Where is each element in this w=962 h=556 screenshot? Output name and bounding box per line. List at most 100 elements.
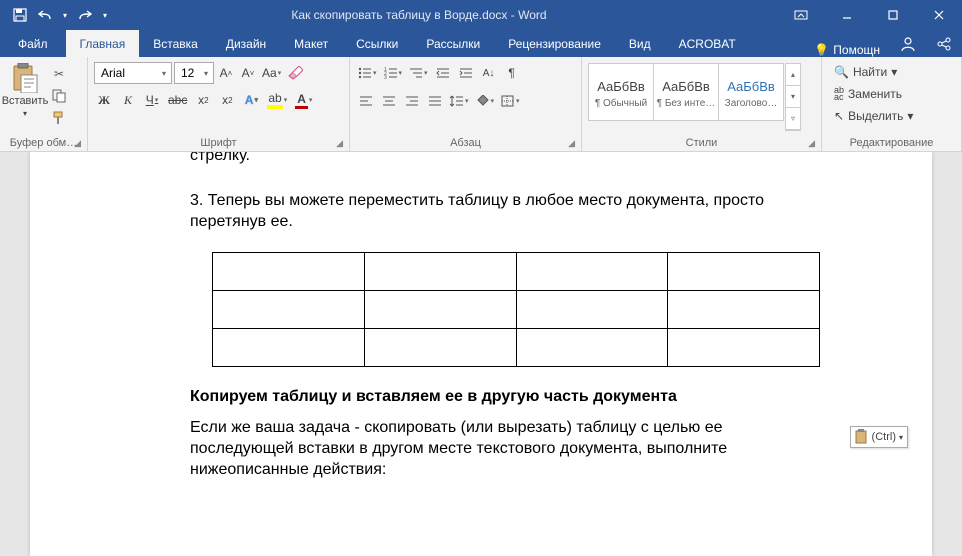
chevron-down-icon: ▾ xyxy=(891,65,897,79)
maximize-button[interactable] xyxy=(870,0,916,30)
group-clipboard: Вставить ▾ ✂ Буфер обм…◢ xyxy=(0,57,88,151)
paste-button[interactable]: Вставить ▾ xyxy=(4,59,46,135)
tab-view[interactable]: Вид xyxy=(615,30,665,57)
style-normal[interactable]: АаБбВв ¶ Обычный xyxy=(588,63,654,121)
chevron-down-icon: ▾ xyxy=(899,433,903,442)
heading[interactable]: Копируем таблицу и вставляем ее в другую… xyxy=(190,387,772,408)
group-styles: АаБбВв ¶ Обычный АаБбВв ¶ Без инте… АаБб… xyxy=(582,57,822,151)
document-table[interactable] xyxy=(212,252,820,367)
font-name-combo[interactable]: Arial▾ xyxy=(94,62,172,84)
font-size-combo[interactable]: 12▾ xyxy=(174,62,214,84)
sort-button[interactable]: A↓ xyxy=(479,62,499,84)
highlight-button[interactable]: ab▾ xyxy=(265,89,289,111)
text-effects-button[interactable]: A▾ xyxy=(241,89,261,111)
svg-text:3: 3 xyxy=(384,75,387,79)
window-controls xyxy=(718,0,962,30)
account-button[interactable] xyxy=(890,30,926,57)
tab-references[interactable]: Ссылки xyxy=(342,30,412,57)
group-label: Шрифт◢ xyxy=(92,135,345,151)
tab-mailings[interactable]: Рассылки xyxy=(412,30,494,57)
account-area[interactable] xyxy=(718,0,778,30)
cursor-icon: ↖ xyxy=(834,109,844,123)
clear-formatting-button[interactable] xyxy=(285,62,305,84)
underline-button[interactable]: Ч▾ xyxy=(142,89,162,111)
tab-file[interactable]: Файл xyxy=(0,30,66,57)
ribbon-options-button[interactable] xyxy=(778,0,824,30)
shrink-font-button[interactable]: A˅ xyxy=(238,62,258,84)
save-button[interactable] xyxy=(8,3,32,27)
style-no-spacing[interactable]: АаБбВв ¶ Без инте… xyxy=(653,63,719,121)
undo-button[interactable] xyxy=(34,3,58,27)
replace-icon: abac xyxy=(834,87,844,101)
dialog-launcher[interactable]: ◢ xyxy=(568,138,575,149)
paragraph[interactable]: стрелку. xyxy=(190,152,772,167)
align-right-button[interactable] xyxy=(402,90,422,112)
tab-review[interactable]: Рецензирование xyxy=(494,30,615,57)
tab-home[interactable]: Главная xyxy=(66,30,140,57)
share-button[interactable] xyxy=(926,30,962,57)
align-left-button[interactable] xyxy=(356,90,376,112)
grow-font-button[interactable]: A˄ xyxy=(216,62,236,84)
dialog-launcher[interactable]: ◢ xyxy=(74,138,81,149)
style-gallery: АаБбВв ¶ Обычный АаБбВв ¶ Без инте… АаБб… xyxy=(586,59,803,135)
select-button[interactable]: ↖ Выделить ▾ xyxy=(830,106,917,126)
style-heading1[interactable]: АаБбВв Заголово… xyxy=(718,63,784,121)
close-button[interactable] xyxy=(916,0,962,30)
shading-button[interactable]: ▾ xyxy=(474,90,497,112)
bold-button[interactable]: Ж xyxy=(94,89,114,111)
format-painter-button[interactable] xyxy=(50,109,68,127)
decrease-indent-button[interactable] xyxy=(433,62,453,84)
dialog-launcher[interactable]: ◢ xyxy=(808,138,815,149)
tab-insert[interactable]: Вставка xyxy=(139,30,212,57)
style-gallery-more[interactable]: ▴▾▿ xyxy=(785,63,801,131)
copy-button[interactable] xyxy=(50,87,68,105)
undo-dropdown[interactable]: ▾ xyxy=(60,3,70,27)
chevron-down-icon: ▾ xyxy=(907,109,913,123)
change-case-button[interactable]: Aa▾ xyxy=(260,62,283,84)
bullets-button[interactable]: ▾ xyxy=(356,62,379,84)
font-color-button[interactable]: A▾ xyxy=(293,89,314,111)
multilevel-list-button[interactable]: ▾ xyxy=(407,62,430,84)
window-title: Как скопировать таблицу в Ворде.docx - W… xyxy=(120,8,718,22)
paragraph[interactable]: 3. Теперь вы можете переместить таблицу … xyxy=(190,191,772,233)
minimize-button[interactable] xyxy=(824,0,870,30)
group-font: Arial▾ 12▾ A˄ A˅ Aa▾ Ж К Ч▾ abc x2 x2 A▾… xyxy=(88,57,350,151)
tab-acrobat[interactable]: ACROBAT xyxy=(665,30,750,57)
replace-button[interactable]: abac Заменить xyxy=(830,84,917,104)
group-label: Редактирование xyxy=(826,135,957,151)
paragraph[interactable]: Если же ваша задача - скопировать (или в… xyxy=(190,418,772,480)
tab-design[interactable]: Дизайн xyxy=(212,30,280,57)
group-paragraph: ▾ 123▾ ▾ A↓ ¶ ▾ ▾ ▾ Абзац◢ xyxy=(350,57,582,151)
search-icon: 🔍 xyxy=(834,65,849,79)
group-label: Буфер обм…◢ xyxy=(4,135,83,151)
align-center-button[interactable] xyxy=(379,90,399,112)
increase-indent-button[interactable] xyxy=(456,62,476,84)
find-button[interactable]: 🔍 Найти ▾ xyxy=(830,62,917,82)
qat-customize[interactable]: ▾ xyxy=(98,3,112,27)
chevron-down-icon: ▾ xyxy=(23,109,27,118)
paste-options-popup[interactable]: (Ctrl) ▾ xyxy=(850,426,908,448)
superscript-button[interactable]: x2 xyxy=(217,89,237,111)
page: стрелку. 3. Теперь вы можете переместить… xyxy=(30,152,932,556)
ribbon-tabs: Файл Главная Вставка Дизайн Макет Ссылки… xyxy=(0,30,962,57)
cut-button[interactable]: ✂ xyxy=(50,65,68,83)
quick-access-toolbar: ▾ ▾ xyxy=(0,3,120,27)
line-spacing-button[interactable]: ▾ xyxy=(448,90,471,112)
group-label: Стили◢ xyxy=(586,135,817,151)
tell-me[interactable]: 💡 Помощн xyxy=(804,43,890,57)
show-marks-button[interactable]: ¶ xyxy=(502,62,522,84)
group-label: Абзац◢ xyxy=(354,135,577,151)
subscript-button[interactable]: x2 xyxy=(193,89,213,111)
italic-button[interactable]: К xyxy=(118,89,138,111)
redo-button[interactable] xyxy=(72,3,96,27)
document-area[interactable]: стрелку. 3. Теперь вы можете переместить… xyxy=(0,152,962,556)
justify-button[interactable] xyxy=(425,90,445,112)
borders-button[interactable]: ▾ xyxy=(499,90,522,112)
dialog-launcher[interactable]: ◢ xyxy=(336,138,343,149)
group-editing: 🔍 Найти ▾ abac Заменить ↖ Выделить ▾ Ред… xyxy=(822,57,962,151)
lightbulb-icon: 💡 xyxy=(814,43,829,57)
numbering-button[interactable]: 123▾ xyxy=(382,62,405,84)
tab-layout[interactable]: Макет xyxy=(280,30,342,57)
strikethrough-button[interactable]: abc xyxy=(166,89,189,111)
clipboard-icon xyxy=(855,429,869,445)
